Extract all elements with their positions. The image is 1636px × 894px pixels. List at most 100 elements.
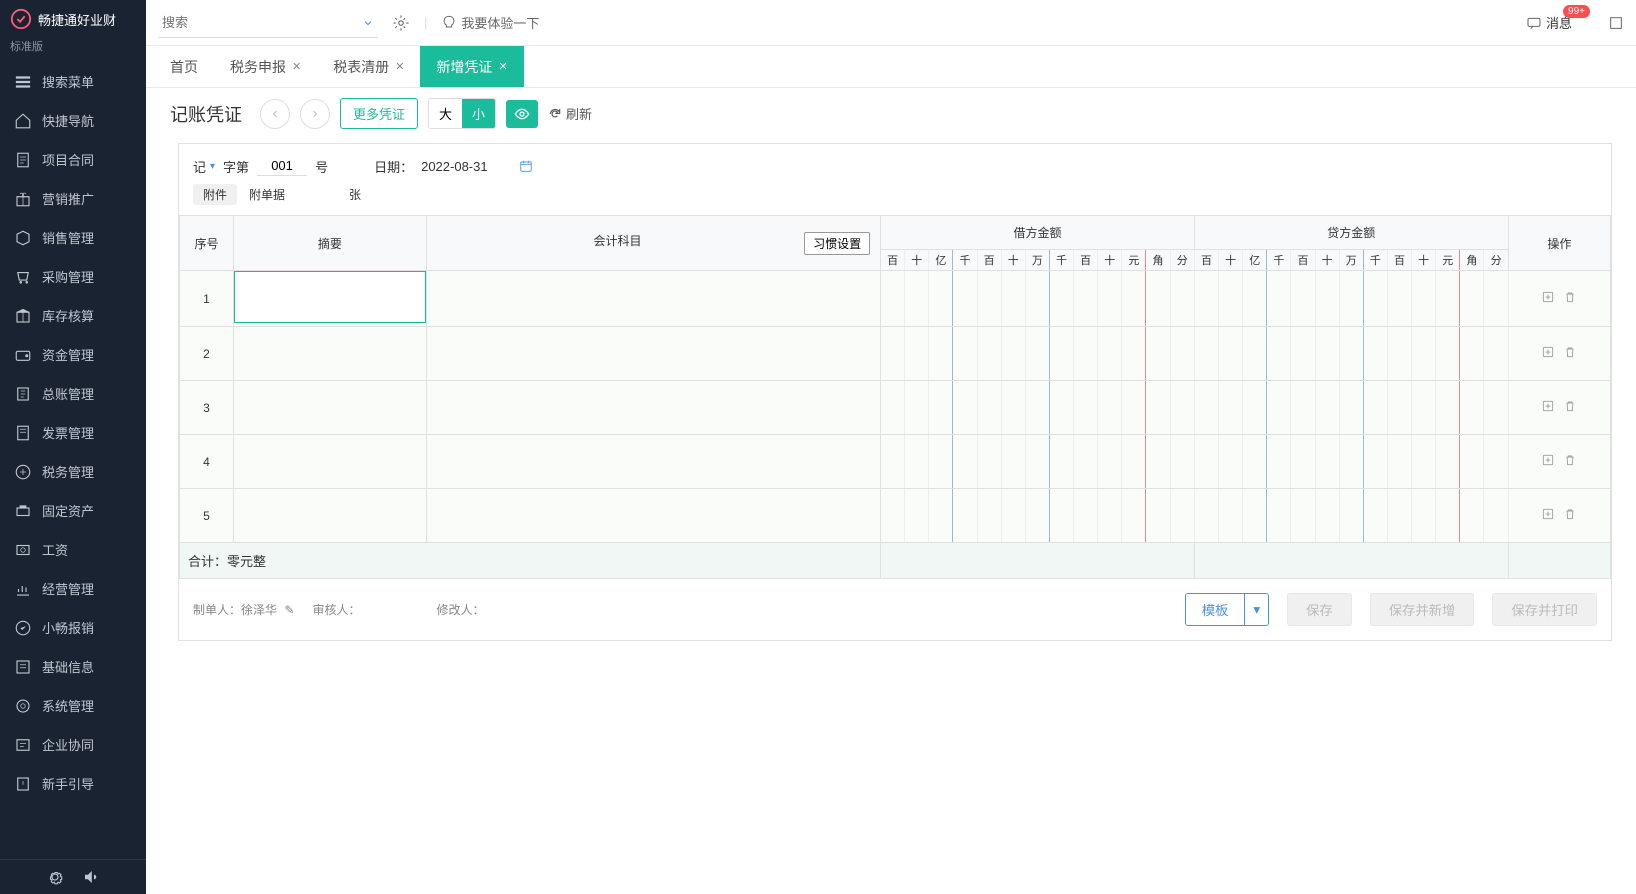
- add-row-icon[interactable]: [1541, 507, 1555, 521]
- sidebar-item-doc[interactable]: 项目合同: [0, 140, 146, 179]
- digit-cell[interactable]: [1484, 381, 1508, 435]
- expand-icon[interactable]: [1608, 15, 1624, 31]
- digit-cell[interactable]: [1219, 381, 1243, 435]
- digit-cell[interactable]: [1049, 381, 1073, 435]
- digit-cell[interactable]: [1170, 327, 1194, 381]
- digit-cell[interactable]: [1001, 489, 1025, 543]
- digit-cell[interactable]: [1339, 271, 1363, 327]
- digit-cell[interactable]: [953, 381, 977, 435]
- digit-cell[interactable]: [1170, 381, 1194, 435]
- digit-cell[interactable]: [1460, 271, 1484, 327]
- digit-cell[interactable]: [881, 271, 905, 327]
- digit-cell[interactable]: [1363, 435, 1387, 489]
- digit-cell[interactable]: [1315, 435, 1339, 489]
- more-voucher-button[interactable]: 更多凭证: [340, 98, 418, 129]
- digit-cell[interactable]: [1074, 381, 1098, 435]
- search-input[interactable]: [158, 8, 378, 38]
- digit-cell[interactable]: [977, 489, 1001, 543]
- digit-cell[interactable]: [1315, 489, 1339, 543]
- digit-cell[interactable]: [1291, 327, 1315, 381]
- subject-cell[interactable]: [426, 435, 880, 489]
- subject-cell[interactable]: [426, 489, 880, 543]
- digit-cell[interactable]: [905, 271, 929, 327]
- sidebar-item-cube[interactable]: 销售管理: [0, 218, 146, 257]
- tab[interactable]: 税表清册✕: [317, 46, 420, 87]
- digit-cell[interactable]: [1387, 489, 1411, 543]
- sidebar-item-system[interactable]: 系统管理: [0, 686, 146, 725]
- next-arrow[interactable]: [300, 99, 330, 129]
- digit-cell[interactable]: [929, 435, 953, 489]
- subject-cell[interactable]: [426, 327, 880, 381]
- digit-cell[interactable]: [1098, 381, 1122, 435]
- digit-cell[interactable]: [1194, 271, 1218, 327]
- digit-cell[interactable]: [977, 381, 1001, 435]
- digit-cell[interactable]: [905, 381, 929, 435]
- digit-cell[interactable]: [905, 489, 929, 543]
- summary-cell[interactable]: [233, 327, 426, 381]
- digit-cell[interactable]: [1194, 489, 1218, 543]
- digit-cell[interactable]: [1049, 327, 1073, 381]
- save-button[interactable]: 保存: [1287, 593, 1352, 626]
- digit-cell[interactable]: [1484, 489, 1508, 543]
- digit-cell[interactable]: [1146, 489, 1170, 543]
- digit-cell[interactable]: [1412, 271, 1436, 327]
- digit-cell[interactable]: [1170, 489, 1194, 543]
- summary-cell[interactable]: [233, 271, 426, 327]
- digit-cell[interactable]: [1460, 327, 1484, 381]
- digit-cell[interactable]: [977, 435, 1001, 489]
- digit-cell[interactable]: [1146, 271, 1170, 327]
- digit-cell[interactable]: [1025, 489, 1049, 543]
- save-new-button[interactable]: 保存并新增: [1370, 593, 1475, 626]
- digit-cell[interactable]: [1484, 327, 1508, 381]
- sidebar-item-wallet[interactable]: 资金管理: [0, 335, 146, 374]
- tab[interactable]: 首页: [154, 46, 214, 87]
- digit-cell[interactable]: [977, 271, 1001, 327]
- digit-cell[interactable]: [1363, 489, 1387, 543]
- digit-cell[interactable]: [1122, 327, 1146, 381]
- digit-cell[interactable]: [1412, 489, 1436, 543]
- digit-cell[interactable]: [1194, 435, 1218, 489]
- delete-row-icon[interactable]: [1563, 399, 1577, 413]
- sidebar-item-home[interactable]: 快捷导航: [0, 101, 146, 140]
- digit-cell[interactable]: [881, 435, 905, 489]
- digit-cell[interactable]: [1025, 435, 1049, 489]
- digit-cell[interactable]: [1412, 435, 1436, 489]
- digit-cell[interactable]: [1219, 435, 1243, 489]
- digit-cell[interactable]: [1146, 435, 1170, 489]
- sidebar-item-info[interactable]: 基础信息: [0, 647, 146, 686]
- summary-input[interactable]: [234, 271, 426, 323]
- digit-cell[interactable]: [1243, 381, 1267, 435]
- tab[interactable]: 税务申报✕: [214, 46, 317, 87]
- sidebar-item-tax[interactable]: 税务管理: [0, 452, 146, 491]
- voucher-number-input[interactable]: [257, 156, 307, 176]
- digit-cell[interactable]: [1122, 381, 1146, 435]
- summary-cell[interactable]: [233, 381, 426, 435]
- digit-cell[interactable]: [1436, 435, 1460, 489]
- digit-cell[interactable]: [929, 327, 953, 381]
- chevron-down-icon[interactable]: ▾: [210, 161, 215, 172]
- digit-cell[interactable]: [929, 271, 953, 327]
- tab[interactable]: 新增凭证✕: [420, 46, 523, 87]
- digit-cell[interactable]: [1219, 271, 1243, 327]
- digit-cell[interactable]: [1363, 327, 1387, 381]
- digit-cell[interactable]: [1098, 489, 1122, 543]
- digit-cell[interactable]: [1146, 381, 1170, 435]
- digit-cell[interactable]: [1267, 435, 1291, 489]
- digit-cell[interactable]: [1436, 327, 1460, 381]
- digit-cell[interactable]: [1291, 435, 1315, 489]
- digit-cell[interactable]: [1412, 381, 1436, 435]
- digit-cell[interactable]: [1436, 381, 1460, 435]
- digit-cell[interactable]: [1170, 435, 1194, 489]
- edit-icon[interactable]: ✎: [284, 603, 294, 617]
- digit-cell[interactable]: [1170, 271, 1194, 327]
- digit-cell[interactable]: [1074, 327, 1098, 381]
- digit-cell[interactable]: [1291, 489, 1315, 543]
- close-icon[interactable]: ✕: [292, 60, 301, 73]
- close-icon[interactable]: ✕: [395, 60, 404, 73]
- close-icon[interactable]: ✕: [498, 60, 507, 73]
- digit-cell[interactable]: [1387, 271, 1411, 327]
- digit-cell[interactable]: [1436, 489, 1460, 543]
- sidebar-item-cart[interactable]: 采购管理: [0, 257, 146, 296]
- sidebar-item-reimburse[interactable]: 小畅报销: [0, 608, 146, 647]
- digit-cell[interactable]: [1315, 327, 1339, 381]
